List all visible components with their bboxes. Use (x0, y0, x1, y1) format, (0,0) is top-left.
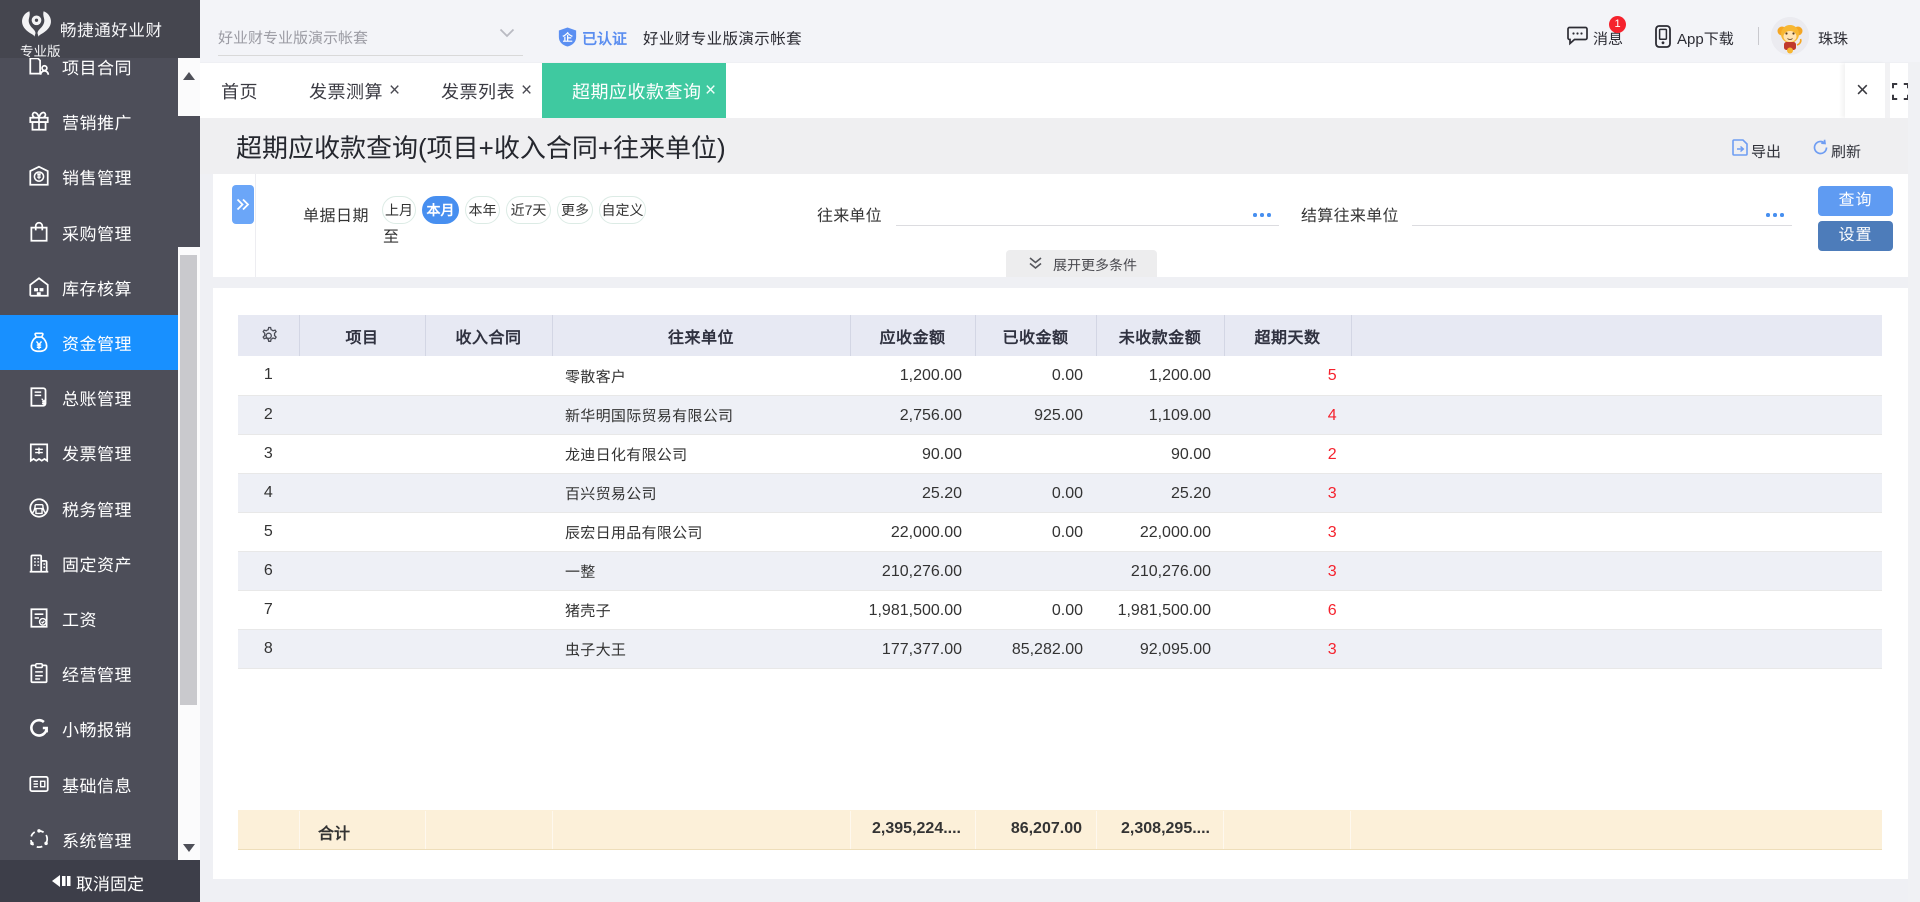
svg-text:企: 企 (561, 31, 573, 44)
